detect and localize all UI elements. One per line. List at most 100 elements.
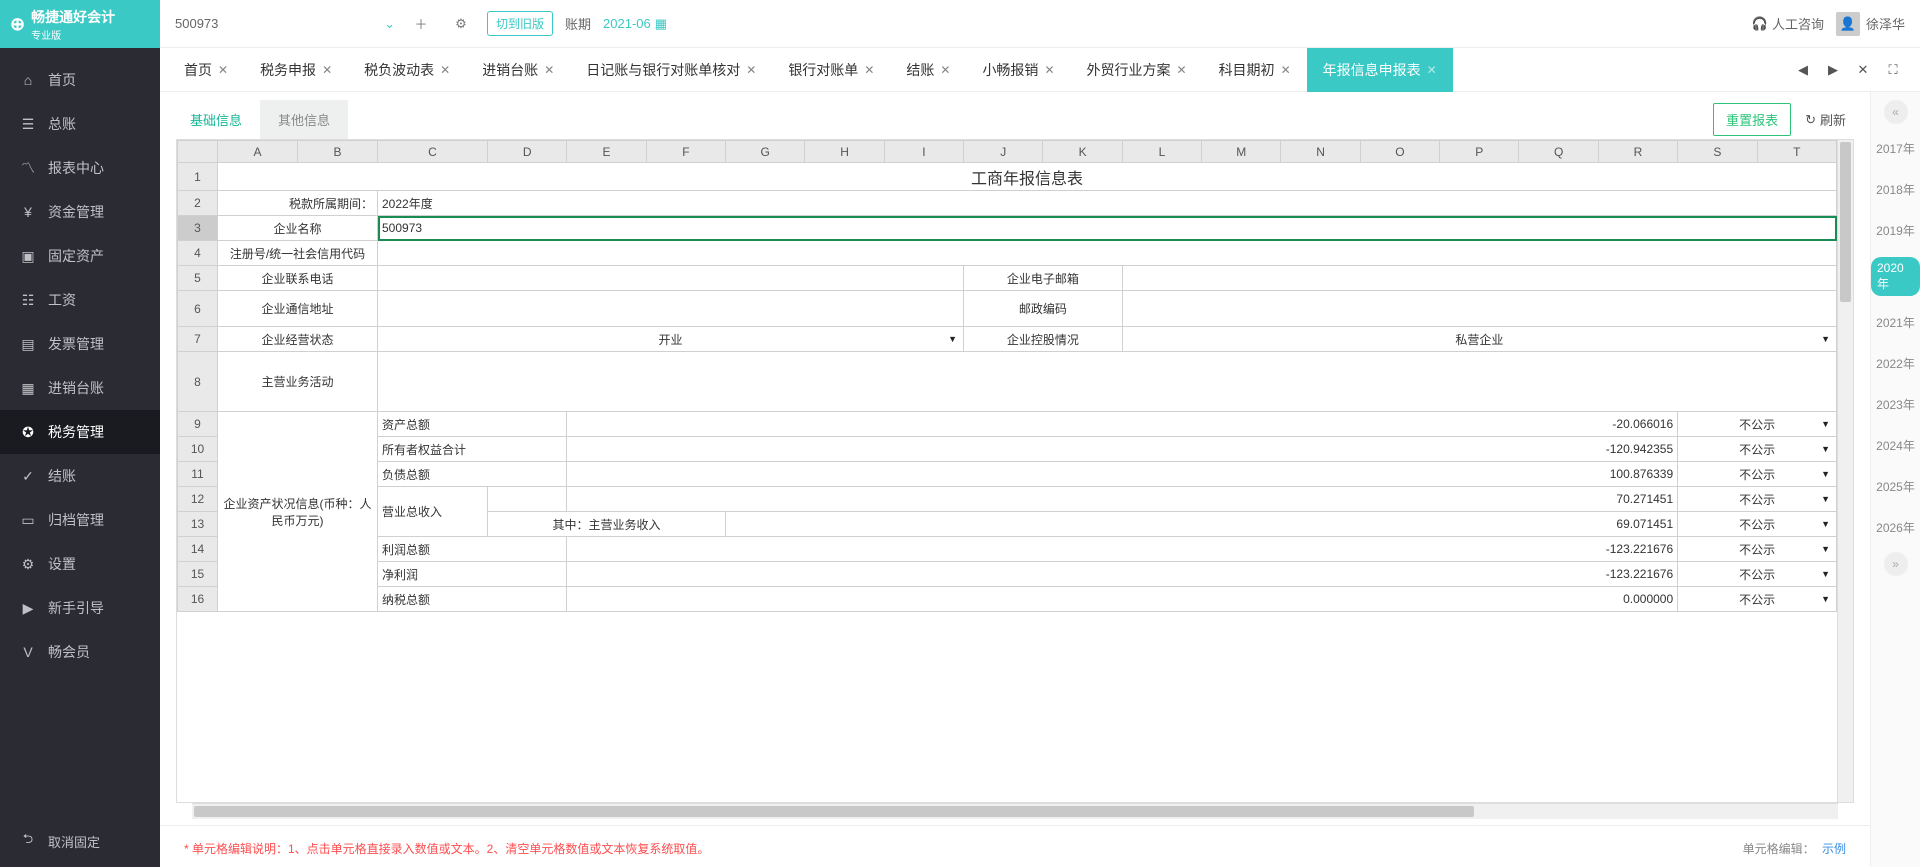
tab-10[interactable]: 年报信息申报表✕	[1307, 48, 1453, 92]
spreadsheet[interactable]: ABCDEFGHIJKLMNOPQRST 1 工商年报信息表 2 税款所属期间：	[177, 140, 1837, 612]
settings-button[interactable]: ⚙	[447, 10, 475, 38]
example-link[interactable]: 示例	[1822, 842, 1846, 856]
row-header[interactable]: 16	[178, 587, 218, 612]
row-header[interactable]: 8	[178, 352, 218, 412]
subtab-1[interactable]: 其他信息	[260, 100, 348, 139]
disclose-select[interactable]: 不公示	[1678, 587, 1837, 612]
status-select[interactable]: 开业	[378, 327, 964, 352]
col-header[interactable]: L	[1122, 141, 1201, 163]
total-asset-label[interactable]: 资产总额	[378, 412, 567, 437]
phone-label[interactable]: 企业联系电话	[218, 266, 378, 291]
main-business-cell[interactable]	[378, 352, 1837, 412]
row-header[interactable]: 5	[178, 266, 218, 291]
col-header[interactable]: I	[884, 141, 963, 163]
tab-close[interactable]: ✕	[440, 63, 450, 77]
tab-6[interactable]: 结账✕	[890, 48, 966, 92]
disclose-select[interactable]: 不公示	[1678, 487, 1837, 512]
col-header[interactable]: A	[218, 141, 298, 163]
unpin-button[interactable]: ⮌ 取消固定	[0, 815, 160, 867]
tab-close[interactable]: ✕	[544, 63, 554, 77]
nav-item-7[interactable]: ▦进销台账	[0, 366, 160, 410]
total-asset-value[interactable]: -20.066016	[567, 412, 1678, 437]
tab-close[interactable]: ✕	[746, 63, 756, 77]
row-header[interactable]: 7	[178, 327, 218, 352]
horizontal-scrollbar[interactable]	[192, 803, 1838, 819]
regenerate-report-button[interactable]: 重置报表	[1713, 103, 1791, 136]
row-header[interactable]: 1	[178, 163, 218, 191]
holding-select[interactable]: 私营企业	[1122, 327, 1836, 352]
company-name-label[interactable]: 企业名称	[218, 216, 378, 241]
net-profit-value[interactable]: -123.221676	[567, 562, 1678, 587]
col-header[interactable]: G	[726, 141, 805, 163]
net-profit-label[interactable]: 净利润	[378, 562, 567, 587]
col-header[interactable]: R	[1598, 141, 1677, 163]
sheet-title[interactable]: 工商年报信息表	[218, 163, 1837, 191]
year-2020年[interactable]: 2020年	[1871, 257, 1920, 296]
col-header[interactable]: B	[298, 141, 378, 163]
revenue-value[interactable]: 70.271451	[567, 487, 1678, 512]
col-header[interactable]: C	[378, 141, 488, 163]
tab-close[interactable]: ✕	[864, 63, 874, 77]
col-header[interactable]: E	[567, 141, 646, 163]
year-2021年[interactable]: 2021年	[1872, 308, 1919, 337]
main-revenue-label[interactable]: 其中：主营业务收入	[488, 512, 726, 537]
col-header[interactable]: S	[1678, 141, 1757, 163]
disclose-select[interactable]: 不公示	[1678, 412, 1837, 437]
col-header[interactable]: M	[1202, 141, 1281, 163]
tab-close[interactable]: ✕	[218, 63, 228, 77]
profit-value[interactable]: -123.221676	[567, 537, 1678, 562]
col-header[interactable]: K	[1043, 141, 1122, 163]
year-2022年[interactable]: 2022年	[1872, 349, 1919, 378]
tax-value[interactable]: 0.000000	[567, 587, 1678, 612]
tab-1[interactable]: 税务申报✕	[244, 48, 348, 92]
nav-item-5[interactable]: ☷工资	[0, 278, 160, 322]
col-header[interactable]: J	[964, 141, 1043, 163]
row-header[interactable]: 4	[178, 241, 218, 266]
phone-cell[interactable]	[378, 266, 964, 291]
tab-4[interactable]: 日记账与银行对账单核对✕	[570, 48, 772, 92]
asset-group-label[interactable]: 企业资产状况信息(币种：人民币万元)	[218, 412, 378, 612]
tax-period-label[interactable]: 税款所属期间：	[218, 191, 378, 216]
profit-label[interactable]: 利润总额	[378, 537, 567, 562]
row-header[interactable]: 9	[178, 412, 218, 437]
row-header[interactable]: 12	[178, 487, 218, 512]
disclose-select[interactable]: 不公示	[1678, 537, 1837, 562]
year-2023年[interactable]: 2023年	[1872, 390, 1919, 419]
year-2026年[interactable]: 2026年	[1872, 513, 1919, 542]
reg-no-cell[interactable]	[378, 241, 1837, 266]
status-label[interactable]: 企业经营状态	[218, 327, 378, 352]
nav-item-11[interactable]: ⚙设置	[0, 542, 160, 586]
tab-9[interactable]: 科目期初✕	[1203, 48, 1307, 92]
year-2025年[interactable]: 2025年	[1872, 472, 1919, 501]
nav-item-9[interactable]: ✓结账	[0, 454, 160, 498]
disclose-select[interactable]: 不公示	[1678, 562, 1837, 587]
zip-cell[interactable]	[1122, 291, 1836, 327]
tax-period-value[interactable]: 2022年度	[378, 191, 1837, 216]
revenue-label[interactable]: 营业总收入	[378, 487, 488, 537]
nav-item-3[interactable]: ¥资金管理	[0, 190, 160, 234]
company-select[interactable]: 500973 ⌄	[175, 16, 395, 32]
liability-value[interactable]: 100.876339	[567, 462, 1678, 487]
col-header[interactable]: N	[1281, 141, 1360, 163]
row-header[interactable]: 14	[178, 537, 218, 562]
address-cell[interactable]	[378, 291, 964, 327]
col-header[interactable]: D	[488, 141, 567, 163]
nav-item-12[interactable]: ▶新手引导	[0, 586, 160, 630]
avatar[interactable]: 👤	[1836, 12, 1860, 36]
company-name-cell[interactable]: 500973	[378, 216, 1837, 241]
tab-7[interactable]: 小畅报销✕	[966, 48, 1070, 92]
nav-item-6[interactable]: ▤发票管理	[0, 322, 160, 366]
row-header[interactable]: 13	[178, 512, 218, 537]
year-2019年[interactable]: 2019年	[1872, 216, 1919, 245]
row-header[interactable]: 3	[178, 216, 218, 241]
col-header[interactable]: Q	[1519, 141, 1598, 163]
address-label[interactable]: 企业通信地址	[218, 291, 378, 327]
main-business-label[interactable]: 主营业务活动	[218, 352, 378, 412]
year-scroll-down[interactable]: »	[1884, 552, 1908, 576]
tax-label[interactable]: 纳税总额	[378, 587, 567, 612]
year-scroll-up[interactable]: «	[1884, 100, 1908, 124]
select-all-cell[interactable]	[178, 141, 218, 163]
nav-item-13[interactable]: V畅会员	[0, 630, 160, 674]
refresh-button[interactable]: ↻ 刷新	[1805, 110, 1846, 129]
period-picker[interactable]: 2021-06 ▦	[603, 16, 667, 32]
